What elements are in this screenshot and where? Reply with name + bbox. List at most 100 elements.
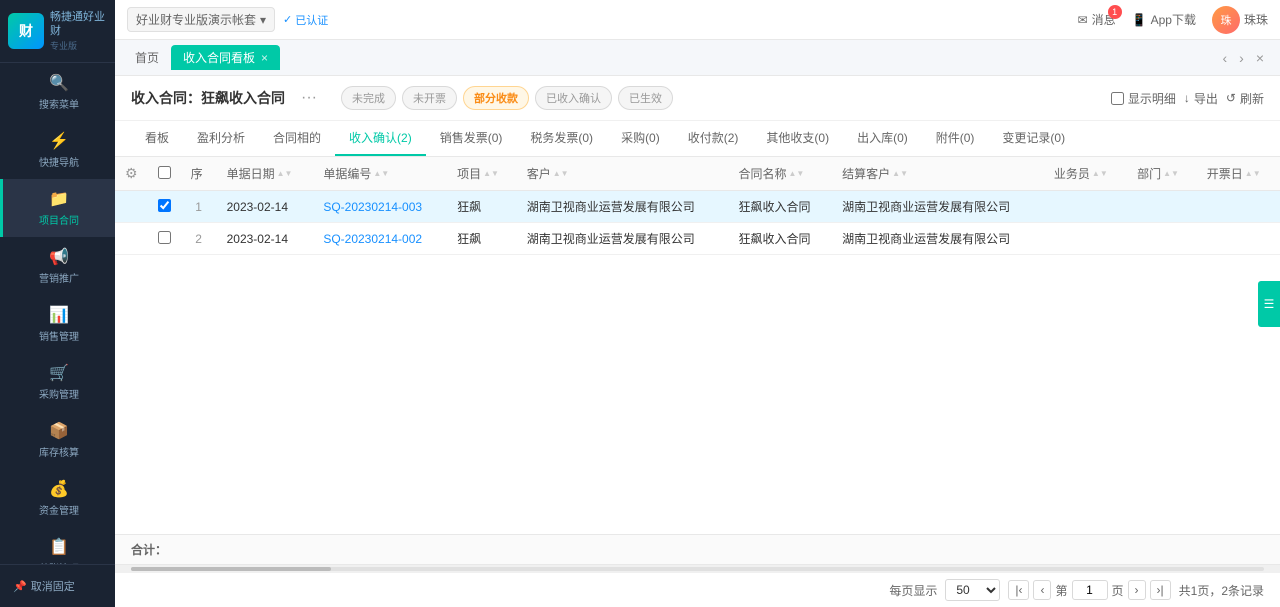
mobile-icon: 📱 — [1132, 13, 1147, 27]
project-sort-icon[interactable]: ▲▼ — [483, 170, 499, 178]
unpin-button[interactable]: 📌 取消固定 — [8, 573, 107, 599]
inner-tab-1[interactable]: 盈利分析 — [183, 121, 259, 156]
row-checkbox-0[interactable] — [158, 199, 171, 212]
billdate2-sort-icon[interactable]: ▲▼ — [1245, 170, 1261, 178]
app-download-button[interactable]: 📱 App下载 — [1132, 11, 1196, 28]
contractname-sort-icon[interactable]: ▲▼ — [789, 170, 805, 178]
tab-prev-button[interactable]: ‹ — [1218, 48, 1231, 68]
inner-tab-7[interactable]: 收付款(2) — [674, 121, 753, 156]
contract-tab[interactable]: 收入合同看板 × — [171, 45, 280, 70]
column-settings-icon[interactable]: ⚙ — [125, 165, 138, 181]
row-billno-1[interactable]: SQ-20230214-002 — [313, 223, 447, 255]
billdate2-column-header: 开票日▲▼ — [1197, 157, 1280, 191]
contract-prefix: 收入合同： — [131, 90, 201, 106]
refresh-button[interactable]: ↺ 刷新 — [1226, 90, 1264, 107]
row-billno-0[interactable]: SQ-20230214-003 — [313, 191, 447, 223]
row-settings-cell — [115, 223, 148, 255]
page-input[interactable] — [1072, 580, 1108, 600]
sidebar-item-7[interactable]: 💰 资金管理 — [0, 469, 115, 527]
table-row[interactable]: 1 2023-02-14 SQ-20230214-003 狂飙 湖南卫视商业运营… — [115, 191, 1280, 223]
prev-page-button[interactable]: ‹ — [1033, 580, 1051, 600]
inner-tab-3[interactable]: 收入确认(2) — [335, 121, 426, 156]
billno-link-1[interactable]: SQ-20230214-002 — [323, 232, 422, 246]
inner-tab-6[interactable]: 采购(0) — [607, 121, 674, 156]
unpin-label: 取消固定 — [31, 578, 75, 594]
message-button[interactable]: ✉ 消息 1 — [1078, 11, 1116, 28]
topbar: 好业财专业版演示帐套 ▾ ✓ 已认证 ✉ 消息 1 📱 App下载 珠 珠珠 — [115, 0, 1280, 40]
status-btn-confirmed[interactable]: 已收入确认 — [535, 86, 612, 110]
row-num-0: 1 — [181, 191, 217, 223]
sidebar-item-0[interactable]: 🔍 搜索菜单 — [0, 63, 115, 121]
logo-text: 畅捷通好业财 — [50, 10, 107, 39]
logo-icon: 财 — [8, 13, 44, 49]
tab-close-button[interactable]: × — [261, 51, 268, 65]
status-btn-active[interactable]: 已生效 — [618, 86, 673, 110]
billno-link-0[interactable]: SQ-20230214-003 — [323, 200, 422, 214]
row-checkbox-cell[interactable] — [148, 223, 181, 255]
first-page-button[interactable]: |‹ — [1008, 580, 1029, 600]
data-table: ⚙ 序 单据日期▲▼ 单据编号▲▼ 项目▲▼ — [115, 157, 1280, 255]
home-tab[interactable]: 首页 — [127, 45, 167, 70]
contract-name: 狂飙收入合同 — [201, 90, 285, 106]
inner-tab-9[interactable]: 出入库(0) — [843, 121, 922, 156]
sidebar-item-icon-3: 📢 — [49, 247, 69, 267]
per-page-select[interactable]: 50 100 200 — [945, 579, 1000, 601]
table-row[interactable]: 2 2023-02-14 SQ-20230214-002 狂飙 湖南卫视商业运营… — [115, 223, 1280, 255]
inner-tab-10[interactable]: 附件(0) — [922, 121, 989, 156]
sidebar-item-1[interactable]: ⚡ 快捷导航 — [0, 121, 115, 179]
show-detail-checkbox[interactable] — [1111, 92, 1124, 105]
check-icon: ✓ — [283, 13, 292, 26]
row-checkbox-cell[interactable] — [148, 191, 181, 223]
row-checkbox-1[interactable] — [158, 231, 171, 244]
scroll-track — [131, 567, 1264, 571]
last-page-button[interactable]: ›| — [1150, 580, 1171, 600]
tab-next-button[interactable]: › — [1235, 48, 1248, 68]
pin-icon: 📌 — [13, 580, 27, 593]
show-detail-checkbox-label[interactable]: 显示明细 — [1111, 90, 1176, 107]
scroll-thumb[interactable] — [131, 567, 331, 571]
user-avatar-button[interactable]: 珠 珠珠 — [1212, 6, 1268, 34]
sidebar-item-4[interactable]: 📊 销售管理 — [0, 295, 115, 353]
status-btn-uncomplete[interactable]: 未完成 — [341, 86, 396, 110]
topbar-right: ✉ 消息 1 📱 App下载 珠 珠珠 — [1078, 6, 1268, 34]
sidebar-bottom: 📌 取消固定 — [0, 564, 115, 607]
select-all-checkbox[interactable] — [158, 166, 171, 179]
sidebar-item-icon-2: 📁 — [49, 189, 69, 209]
export-button[interactable]: ↓ 导出 — [1184, 90, 1218, 107]
settlecustomer-sort-icon[interactable]: ▲▼ — [892, 170, 908, 178]
row-department-1 — [1127, 223, 1197, 255]
horizontal-scrollbar[interactable] — [115, 564, 1280, 572]
inner-tab-5[interactable]: 税务发票(0) — [516, 121, 607, 156]
sidebar-item-6[interactable]: 📦 库存核算 — [0, 411, 115, 469]
inner-tab-8[interactable]: 其他收支(0) — [752, 121, 843, 156]
salesperson-sort-icon[interactable]: ▲▼ — [1092, 170, 1108, 178]
date-sort-icon[interactable]: ▲▼ — [277, 170, 293, 178]
right-panel-toggle[interactable]: ☰ — [1258, 281, 1280, 327]
total-info: 共1页，2条记录 — [1179, 582, 1264, 599]
sidebar-item-8[interactable]: 📋 总账管理 — [0, 527, 115, 564]
sidebar-item-label-6: 库存核算 — [39, 444, 79, 459]
sidebar-item-3[interactable]: 📢 营销推广 — [0, 237, 115, 295]
sidebar-item-5[interactable]: 🛒 采购管理 — [0, 353, 115, 411]
table-footer: 合计： — [115, 534, 1280, 564]
billno-sort-icon[interactable]: ▲▼ — [373, 170, 389, 178]
status-btn-uninvoiced[interactable]: 未开票 — [402, 86, 457, 110]
more-options-button[interactable]: ··· — [297, 89, 321, 107]
table-container: ⚙ 序 单据日期▲▼ 单据编号▲▼ 项目▲▼ — [115, 157, 1280, 534]
status-btn-partial[interactable]: 部分收款 — [463, 86, 529, 110]
company-selector[interactable]: 好业财专业版演示帐套 ▾ — [127, 7, 275, 32]
sidebar-item-label-0: 搜索菜单 — [39, 96, 79, 111]
department-sort-icon[interactable]: ▲▼ — [1163, 170, 1179, 178]
row-num-1: 2 — [181, 223, 217, 255]
inner-tab-11[interactable]: 变更记录(0) — [988, 121, 1079, 156]
inner-tab-0[interactable]: 看板 — [131, 121, 183, 156]
next-page-button[interactable]: › — [1128, 580, 1146, 600]
tab-close-all-button[interactable]: × — [1252, 48, 1268, 68]
customer-sort-icon[interactable]: ▲▼ — [553, 170, 569, 178]
inner-tab-4[interactable]: 销售发票(0) — [426, 121, 517, 156]
page-suffix-label: 页 — [1112, 582, 1124, 599]
sidebar-item-2[interactable]: 📁 项目合同 — [0, 179, 115, 237]
inner-tab-2[interactable]: 合同相的 — [259, 121, 335, 156]
export-label: 导出 — [1194, 90, 1218, 107]
verified-badge: ✓ 已认证 — [283, 12, 328, 28]
